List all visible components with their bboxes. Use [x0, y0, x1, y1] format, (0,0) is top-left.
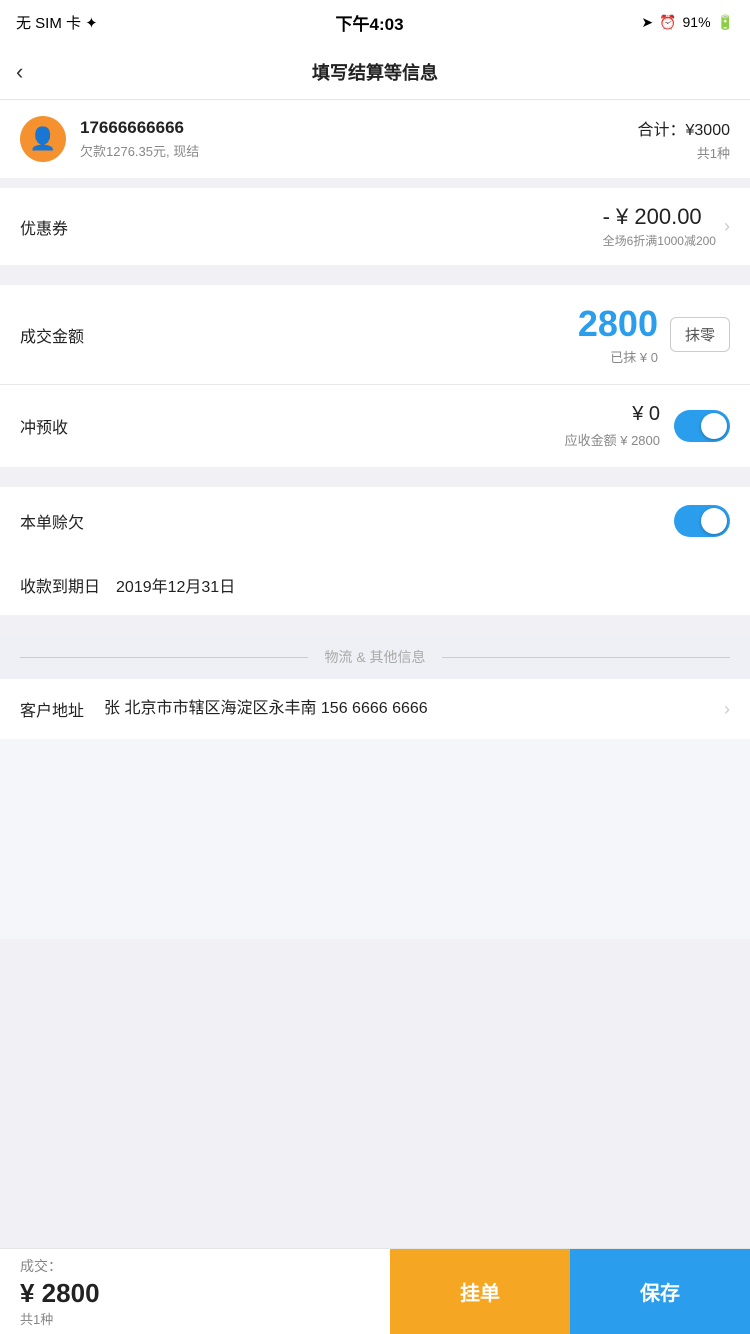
debt-label: 本单赊欠 [20, 509, 84, 533]
customer-phone: 17666666666 [80, 118, 199, 138]
coupon-info: - ¥ 200.00 全场6折满1000减200 [603, 204, 716, 249]
address-label: 客户地址 [20, 697, 84, 721]
coupon-row[interactable]: 优惠券 - ¥ 200.00 全场6折满1000减200 › [0, 188, 750, 265]
customer-debt: 欠款1276.35元, 现结 [80, 141, 199, 160]
address-chevron-icon: › [724, 699, 730, 720]
alarm-icon: ⏰ [659, 14, 676, 31]
footer-info: 成交： ¥ 2800 共1种 [0, 1256, 390, 1328]
total-label: 合计： [637, 122, 685, 139]
coupon-amount: - ¥ 200.00 [603, 204, 716, 230]
logistics-line-right [442, 657, 730, 658]
battery-icon: 🔋 [717, 14, 734, 31]
status-time: 下午4:03 [336, 10, 404, 35]
status-right: ➤ ⏰ 91% 🔋 [641, 14, 734, 31]
avatar: 👤 [20, 116, 66, 162]
address-row[interactable]: 客户地址 张 北京市市辖区海淀区永丰南 156 6666 6666 › [0, 679, 750, 739]
debt-row: 本单赊欠 [0, 487, 750, 555]
customer-row: 👤 17666666666 欠款1276.35元, 现结 合计：¥3000 共1… [0, 100, 750, 178]
due-date-row: 收款到期日 2019年12月31日 [0, 555, 750, 615]
customer-info: 17666666666 欠款1276.35元, 现结 [80, 118, 199, 160]
back-button[interactable]: ‹ [16, 59, 23, 85]
battery-text: 91% [683, 14, 711, 30]
coupon-chevron-icon: › [724, 216, 730, 237]
debt-section: 本单赊欠 收款到期日 2019年12月31日 [0, 487, 750, 615]
prepay-amount: ¥ 0 [632, 403, 660, 426]
prepay-sub: 应收金额 ¥ 2800 [565, 430, 660, 449]
logistics-line-left [20, 657, 308, 658]
transaction-sub: 已抹 ¥ 0 [578, 347, 658, 366]
prepay-row: 冲预收 ¥ 0 应收金额 ¥ 2800 [0, 384, 750, 467]
footer-amount: ¥ 2800 [20, 1278, 370, 1309]
due-date-value: 2019年12月31日 [116, 573, 235, 597]
coupon-right: - ¥ 200.00 全场6折满1000减200 › [603, 204, 730, 249]
transaction-label: 成交金额 [20, 323, 84, 347]
section-separator-3 [0, 625, 750, 635]
section-separator-2 [0, 477, 750, 487]
status-bar: 无 SIM 卡 ✦ 下午4:03 ➤ ⏰ 91% 🔋 [0, 0, 750, 44]
prepay-toggle[interactable] [674, 410, 730, 442]
due-date-label: 收款到期日 [20, 573, 100, 597]
page-title: 填写结算等信息 [312, 59, 438, 85]
transaction-row: 成交金额 2800 已抹 ¥ 0 抹零 [0, 285, 750, 384]
round-zero-button[interactable]: 抹零 [670, 317, 730, 352]
footer: 成交： ¥ 2800 共1种 挂单 保存 [0, 1248, 750, 1334]
section-separator-1 [0, 275, 750, 285]
prepay-right: ¥ 0 应收金额 ¥ 2800 [565, 403, 730, 449]
total-amount: 合计：¥3000 [637, 116, 730, 140]
customer-right: 合计：¥3000 共1种 [637, 116, 730, 162]
save-button[interactable]: 保存 [570, 1249, 750, 1334]
avatar-icon: 👤 [29, 126, 56, 152]
footer-deal-label: 成交： [20, 1256, 370, 1276]
prepay-label: 冲预收 [20, 414, 68, 438]
debt-toggle[interactable] [674, 505, 730, 537]
transaction-amount-col: 2800 已抹 ¥ 0 [578, 303, 658, 366]
transaction-section: 成交金额 2800 已抹 ¥ 0 抹零 冲预收 ¥ 0 应收金额 ¥ 2800 [0, 285, 750, 467]
transaction-amount: 2800 [578, 303, 658, 345]
nav-bar: ‹ 填写结算等信息 [0, 44, 750, 100]
status-left: 无 SIM 卡 ✦ [16, 12, 98, 33]
transaction-right: 2800 已抹 ¥ 0 抹零 [578, 303, 730, 366]
logistics-divider: 物流 & 其他信息 [0, 635, 750, 679]
total-value: ¥3000 [686, 122, 731, 139]
toggle-knob [701, 413, 727, 439]
address-value: 张 北京市市辖区海淀区永丰南 156 6666 6666 [104, 697, 724, 721]
sim-text: 无 SIM 卡 ✦ [16, 12, 98, 33]
gray-background [0, 739, 750, 939]
debt-toggle-knob [701, 508, 727, 534]
total-count: 共1种 [637, 143, 730, 162]
customer-card: 👤 17666666666 欠款1276.35元, 现结 合计：¥3000 共1… [0, 100, 750, 178]
coupon-desc: 全场6折满1000减200 [603, 232, 716, 249]
content-area: 👤 17666666666 欠款1276.35元, 现结 合计：¥3000 共1… [0, 100, 750, 1029]
footer-count: 共1种 [20, 1309, 370, 1328]
prepay-amount-col: ¥ 0 应收金额 ¥ 2800 [565, 403, 660, 449]
location-icon: ➤ [641, 14, 653, 31]
coupon-label: 优惠券 [20, 215, 68, 239]
customer-left: 👤 17666666666 欠款1276.35元, 现结 [20, 116, 199, 162]
hang-button[interactable]: 挂单 [390, 1249, 570, 1334]
logistics-text: 物流 & 其他信息 [308, 647, 441, 667]
